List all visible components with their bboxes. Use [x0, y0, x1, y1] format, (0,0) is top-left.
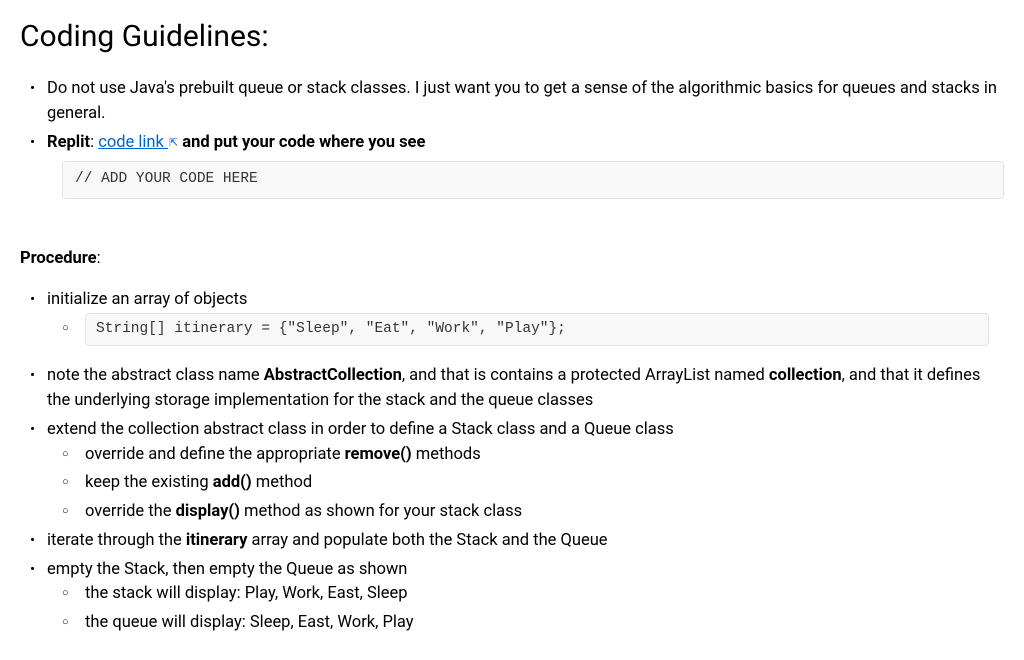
sub-list: the stack will display: Play, Work, East… [47, 582, 1004, 636]
list-item: override and define the appropriate remo… [85, 443, 1004, 468]
replit-label: Replit [47, 133, 90, 152]
code-block: // ADD YOUR CODE HERE [62, 161, 1004, 199]
procedure-list: initialize an array of objects String[] … [20, 288, 1004, 636]
procedure-heading: Procedure: [20, 247, 1004, 272]
sub-list: override and define the appropriate remo… [47, 443, 1004, 525]
list-item: keep the existing add() method [85, 471, 1004, 496]
list-item: empty the Stack, then empty the Queue as… [47, 558, 1004, 636]
external-link-icon: ⇱ [169, 135, 178, 152]
code-block: String[] itinerary = {"Sleep", "Eat", "W… [85, 313, 989, 347]
list-item: the queue will display: Sleep, East, Wor… [85, 611, 1004, 636]
code-link[interactable]: code link ⇱ [98, 133, 178, 152]
sub-list: String[] itinerary = {"Sleep", "Eat", "W… [47, 313, 1004, 347]
page-title: Coding Guidelines: [20, 14, 1004, 59]
list-item: extend the collection abstract class in … [47, 418, 1004, 525]
list-item: the stack will display: Play, Work, East… [85, 582, 1004, 607]
guidelines-list: Do not use Java's prebuilt queue or stac… [20, 77, 1004, 199]
list-item: iterate through the itinerary array and … [47, 529, 1004, 554]
list-item: Replit: code link ⇱ and put your code wh… [47, 131, 1004, 200]
list-item: Do not use Java's prebuilt queue or stac… [47, 77, 1004, 127]
text: and put your code where you see [178, 133, 425, 152]
list-item: note the abstract class name AbstractCol… [47, 364, 1004, 414]
list-item: String[] itinerary = {"Sleep", "Eat", "W… [85, 313, 989, 347]
list-item: override the display() method as shown f… [85, 500, 1004, 525]
list-item: initialize an array of objects String[] … [47, 288, 1004, 347]
text: : [90, 133, 98, 152]
